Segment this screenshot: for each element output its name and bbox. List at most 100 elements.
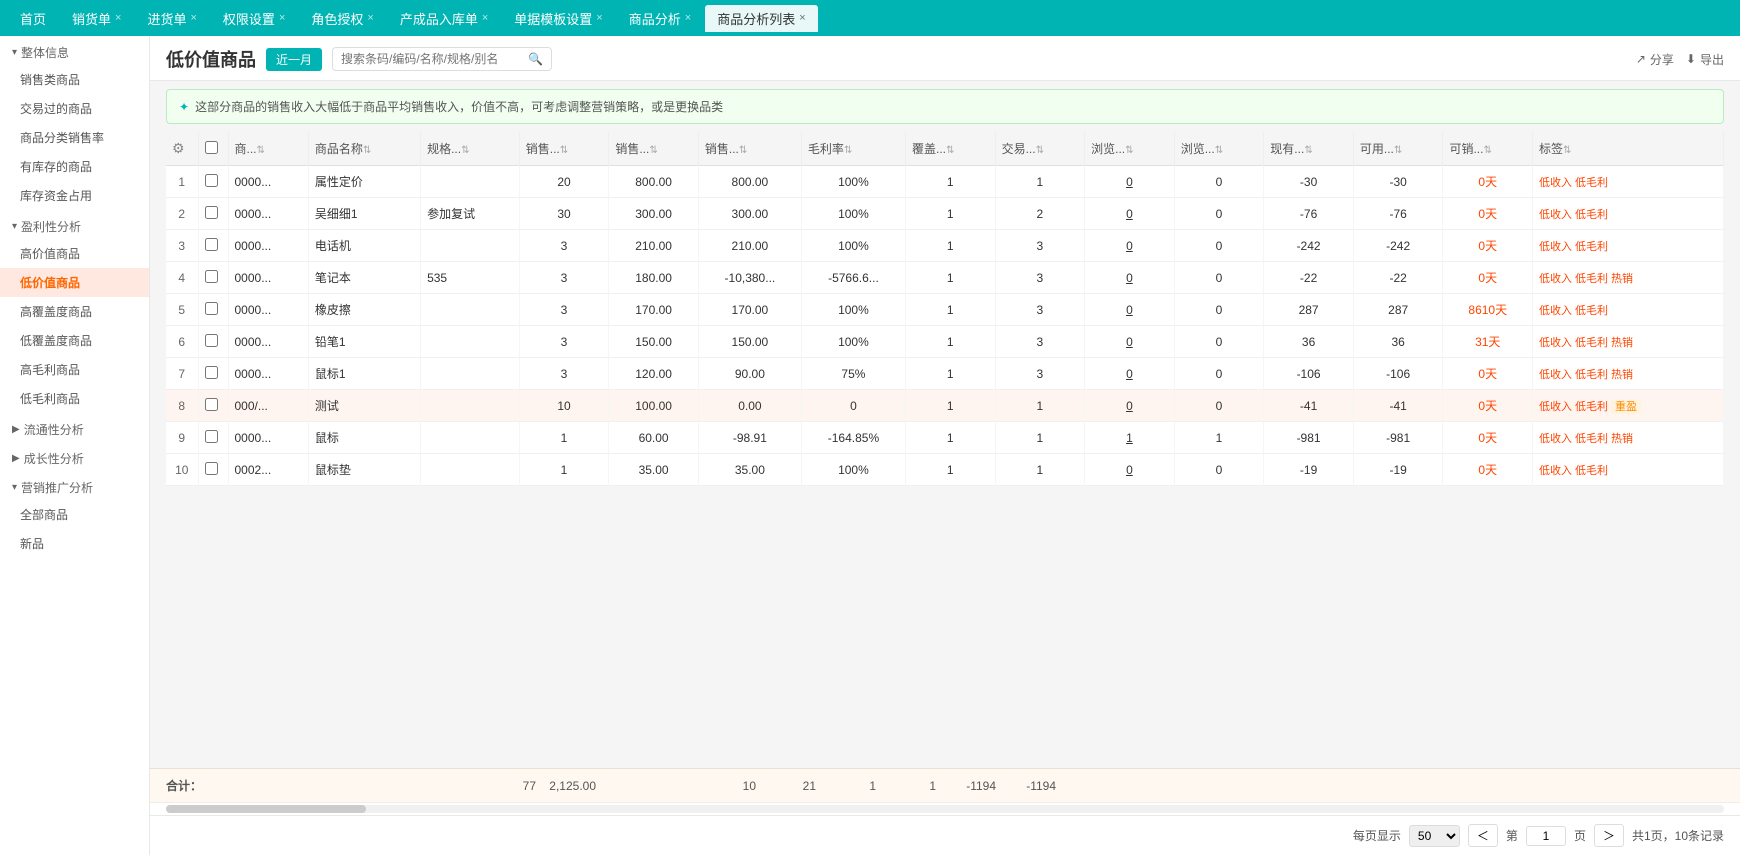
row-browse1[interactable]: 0 xyxy=(1085,294,1175,326)
sidebar-group-marketing[interactable]: ▾ 营销推广分析 xyxy=(0,471,149,500)
sidebar-item-high-margin[interactable]: 高毛利商品 xyxy=(0,355,149,384)
scrollbar-thumb[interactable] xyxy=(166,805,366,813)
row-browse1[interactable]: 0 xyxy=(1085,454,1175,486)
row-checkbox-input[interactable] xyxy=(205,430,218,443)
sidebar-item-low-coverage[interactable]: 低覆盖度商品 xyxy=(0,326,149,355)
sidebar-item-stock-capital[interactable]: 库存资金占用 xyxy=(0,181,149,210)
row-browse1[interactable]: 0 xyxy=(1085,326,1175,358)
row-browse1[interactable]: 0 xyxy=(1085,166,1175,198)
share-button[interactable]: ↗ 分享 xyxy=(1636,51,1674,68)
row-checkbox[interactable] xyxy=(198,166,228,198)
search-input[interactable] xyxy=(341,52,522,66)
close-icon[interactable]: × xyxy=(596,12,602,24)
search-icon[interactable]: 🔍 xyxy=(528,52,543,66)
select-all-checkbox[interactable] xyxy=(205,141,218,154)
browse-link[interactable]: 0 xyxy=(1126,367,1133,381)
sidebar-item-high-coverage[interactable]: 高覆盖度商品 xyxy=(0,297,149,326)
per-page-select[interactable]: 50 100 200 xyxy=(1409,825,1460,847)
row-browse1[interactable]: 0 xyxy=(1085,198,1175,230)
browse-link[interactable]: 1 xyxy=(1126,431,1133,445)
close-icon[interactable]: × xyxy=(367,12,373,24)
table-container[interactable]: ⚙ 商...⇅ 商品名称⇅ 规格...⇅ 销售...⇅ 销售...⇅ 销售...… xyxy=(150,132,1740,768)
close-icon[interactable]: × xyxy=(685,12,691,24)
row-browse1[interactable]: 0 xyxy=(1085,358,1175,390)
col-transaction-header[interactable]: 交易...⇅ xyxy=(995,132,1085,166)
row-browse1[interactable]: 0 xyxy=(1085,262,1175,294)
sidebar-item-high-value[interactable]: 高价值商品 xyxy=(0,239,149,268)
row-checkbox-input[interactable] xyxy=(205,174,218,187)
browse-link[interactable]: 0 xyxy=(1126,335,1133,349)
row-checkbox[interactable] xyxy=(198,390,228,422)
sidebar-item-all-products[interactable]: 全部商品 xyxy=(0,500,149,529)
scrollbar-track[interactable] xyxy=(166,805,1724,813)
row-tags[interactable]: 低收入低毛利热销 xyxy=(1533,262,1724,294)
row-checkbox-input[interactable] xyxy=(205,462,218,475)
export-button[interactable]: ⬇ 导出 xyxy=(1686,51,1724,68)
row-tags[interactable]: 低收入低毛利热销 xyxy=(1533,358,1724,390)
sidebar-item-in-stock[interactable]: 有库存的商品 xyxy=(0,152,149,181)
sidebar-group-circulation[interactable]: ▶ 流通性分析 xyxy=(0,413,149,442)
browse-link[interactable]: 0 xyxy=(1126,399,1133,413)
col-name-header[interactable]: 商品名称⇅ xyxy=(308,132,420,166)
close-icon[interactable]: × xyxy=(482,12,488,24)
nav-product-analysis[interactable]: 商品分析 × xyxy=(617,5,703,32)
row-checkbox[interactable] xyxy=(198,454,228,486)
row-checkbox[interactable] xyxy=(198,358,228,390)
row-checkbox[interactable] xyxy=(198,294,228,326)
col-tags-header[interactable]: 标签⇅ xyxy=(1533,132,1724,166)
nav-purchase-order[interactable]: 进货单 × xyxy=(135,5,208,32)
row-checkbox-input[interactable] xyxy=(205,302,218,315)
nav-template-settings[interactable]: 单据模板设置 × xyxy=(502,5,614,32)
row-browse1[interactable]: 1 xyxy=(1085,422,1175,454)
sidebar-item-sales-products[interactable]: 销售类商品 xyxy=(0,65,149,94)
row-checkbox[interactable] xyxy=(198,326,228,358)
row-tags[interactable]: 低收入低毛利重盈 xyxy=(1533,390,1724,422)
row-tags[interactable]: 低收入低毛利 xyxy=(1533,454,1724,486)
settings-icon[interactable]: ⚙ xyxy=(172,140,185,156)
nav-product-analysis-list[interactable]: 商品分析列表 × xyxy=(705,5,817,32)
row-tags[interactable]: 低收入低毛利 xyxy=(1533,230,1724,262)
row-tags[interactable]: 低收入低毛利热销 xyxy=(1533,326,1724,358)
next-page-button[interactable]: ＞ xyxy=(1594,824,1624,847)
close-icon[interactable]: × xyxy=(115,12,121,24)
close-icon[interactable]: × xyxy=(279,12,285,24)
row-checkbox[interactable] xyxy=(198,198,228,230)
col-code-header[interactable]: 商...⇅ xyxy=(228,132,308,166)
row-checkbox-input[interactable] xyxy=(205,334,218,347)
page-number-input[interactable] xyxy=(1526,826,1566,846)
col-current-stock-header[interactable]: 现有...⇅ xyxy=(1264,132,1354,166)
sidebar-group-growth[interactable]: ▶ 成长性分析 xyxy=(0,442,149,471)
sidebar-item-new-products[interactable]: 新品 xyxy=(0,529,149,558)
row-checkbox-input[interactable] xyxy=(205,398,218,411)
time-filter-button[interactable]: 近一月 xyxy=(266,48,322,71)
browse-link[interactable]: 0 xyxy=(1126,303,1133,317)
row-tags[interactable]: 低收入低毛利 xyxy=(1533,166,1724,198)
row-tags[interactable]: 低收入低毛利 xyxy=(1533,294,1724,326)
col-browse1-header[interactable]: 浏览...⇅ xyxy=(1085,132,1175,166)
col-available-stock-header[interactable]: 可用...⇅ xyxy=(1353,132,1443,166)
row-checkbox-input[interactable] xyxy=(205,366,218,379)
col-saleamt-header[interactable]: 销售...⇅ xyxy=(698,132,801,166)
sidebar-item-low-margin[interactable]: 低毛利商品 xyxy=(0,384,149,413)
row-browse1[interactable]: 0 xyxy=(1085,390,1175,422)
col-spec-header[interactable]: 规格...⇅ xyxy=(421,132,520,166)
col-saleprice-header[interactable]: 销售...⇅ xyxy=(609,132,699,166)
nav-role-auth[interactable]: 角色授权 × xyxy=(299,5,385,32)
nav-sales-order[interactable]: 销货单 × xyxy=(60,5,133,32)
row-checkbox[interactable] xyxy=(198,422,228,454)
row-checkbox[interactable] xyxy=(198,230,228,262)
col-coverage-header[interactable]: 覆盖...⇅ xyxy=(905,132,995,166)
nav-product-inbound[interactable]: 产成品入库单 × xyxy=(388,5,500,32)
browse-link[interactable]: 0 xyxy=(1126,239,1133,253)
browse-link[interactable]: 0 xyxy=(1126,207,1133,221)
browse-link[interactable]: 0 xyxy=(1126,175,1133,189)
row-tags[interactable]: 低收入低毛利 xyxy=(1533,198,1724,230)
row-checkbox-input[interactable] xyxy=(205,206,218,219)
col-sellable-header[interactable]: 可销...⇅ xyxy=(1443,132,1533,166)
row-checkbox-input[interactable] xyxy=(205,238,218,251)
sidebar-item-category-sales-rate[interactable]: 商品分类销售率 xyxy=(0,123,149,152)
sidebar-item-low-value[interactable]: 低价值商品 xyxy=(0,268,149,297)
close-icon[interactable]: × xyxy=(190,12,196,24)
sidebar-group-profitability[interactable]: ▾ 盈利性分析 xyxy=(0,210,149,239)
row-browse1[interactable]: 0 xyxy=(1085,230,1175,262)
